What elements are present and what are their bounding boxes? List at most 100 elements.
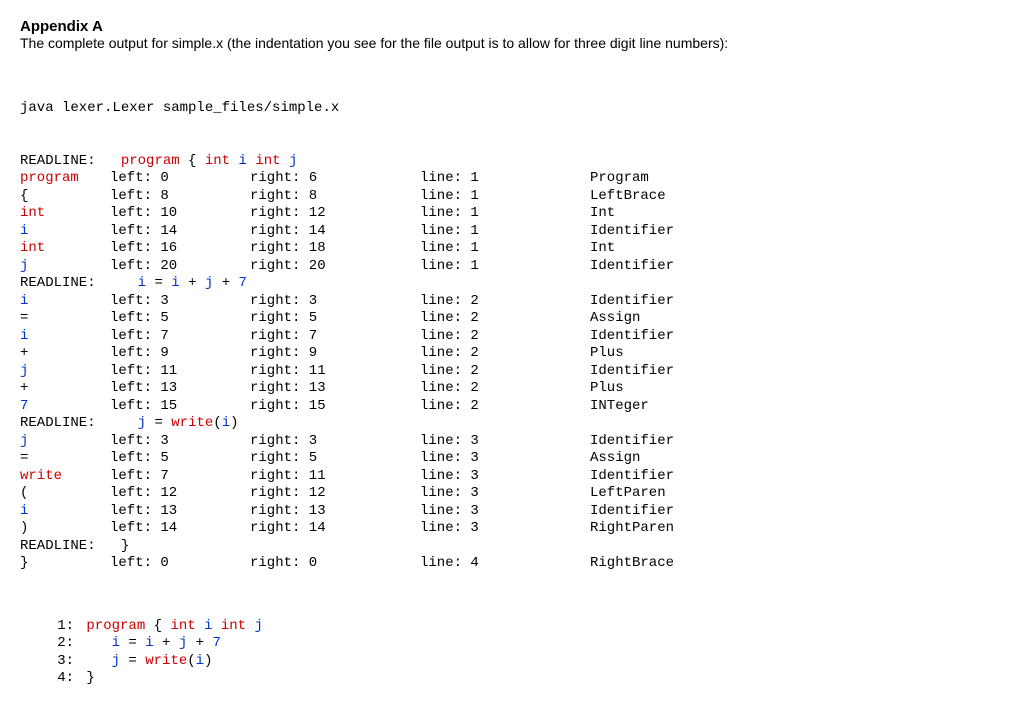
token-type: Program bbox=[590, 170, 649, 188]
token-text: write bbox=[20, 468, 110, 486]
source-line-code: program { int i int j bbox=[74, 618, 263, 636]
token-row: intleft: 10right: 12line: 1Int bbox=[20, 205, 1004, 223]
token-type: Int bbox=[590, 240, 615, 258]
source-line-code: } bbox=[74, 670, 95, 688]
appendix-subtitle: The complete output for simple.x (the in… bbox=[20, 35, 1004, 51]
token-type: LeftParen bbox=[590, 485, 666, 503]
token-right: right: 6 bbox=[250, 170, 420, 188]
token-line: line: 2 bbox=[420, 310, 590, 328]
token-left: left: 5 bbox=[110, 310, 250, 328]
token-right: right: 11 bbox=[250, 363, 420, 381]
token-type: Identifier bbox=[590, 503, 674, 521]
token-line: line: 1 bbox=[420, 223, 590, 241]
token-type: Assign bbox=[590, 310, 640, 328]
token-text: 7 bbox=[20, 398, 110, 416]
token-left: left: 13 bbox=[110, 380, 250, 398]
readline: READLINE: j = write(i) bbox=[20, 415, 1004, 433]
source-line: 3: j = write(i) bbox=[40, 653, 1004, 671]
token-line: line: 3 bbox=[420, 468, 590, 486]
token-line: line: 2 bbox=[420, 380, 590, 398]
token-text: ( bbox=[20, 485, 110, 503]
token-type: Plus bbox=[590, 380, 624, 398]
token-row: ileft: 13right: 13line: 3Identifier bbox=[20, 503, 1004, 521]
token-row: jleft: 20right: 20line: 1Identifier bbox=[20, 258, 1004, 276]
token-row: {left: 8right: 8line: 1LeftBrace bbox=[20, 188, 1004, 206]
token-left: left: 15 bbox=[110, 398, 250, 416]
token-left: left: 20 bbox=[110, 258, 250, 276]
token-type: LeftBrace bbox=[590, 188, 666, 206]
token-text: ) bbox=[20, 520, 110, 538]
source-line-number: 3: bbox=[40, 653, 74, 671]
token-right: right: 15 bbox=[250, 398, 420, 416]
token-text: j bbox=[20, 433, 110, 451]
token-line: line: 3 bbox=[420, 485, 590, 503]
lexer-output: java lexer.Lexer sample_files/simple.x R… bbox=[20, 65, 1004, 705]
token-line: line: 4 bbox=[420, 555, 590, 573]
token-right: right: 7 bbox=[250, 328, 420, 346]
token-row: ileft: 3right: 3line: 2Identifier bbox=[20, 293, 1004, 311]
token-right: right: 3 bbox=[250, 293, 420, 311]
token-row: programleft: 0right: 6line: 1Program bbox=[20, 170, 1004, 188]
token-line: line: 3 bbox=[420, 503, 590, 521]
token-left: left: 16 bbox=[110, 240, 250, 258]
readline: READLINE: } bbox=[20, 538, 1004, 556]
token-line: line: 2 bbox=[420, 363, 590, 381]
token-line: line: 1 bbox=[420, 188, 590, 206]
source-line-code: j = write(i) bbox=[74, 653, 212, 671]
token-type: Identifier bbox=[590, 293, 674, 311]
token-type: INTeger bbox=[590, 398, 649, 416]
token-text: + bbox=[20, 345, 110, 363]
token-row: )left: 14right: 14line: 3RightParen bbox=[20, 520, 1004, 538]
token-left: left: 5 bbox=[110, 450, 250, 468]
token-type: Identifier bbox=[590, 363, 674, 381]
token-right: right: 12 bbox=[250, 485, 420, 503]
token-right: right: 14 bbox=[250, 520, 420, 538]
token-type: Int bbox=[590, 205, 615, 223]
token-row: intleft: 16right: 18line: 1Int bbox=[20, 240, 1004, 258]
token-type: Assign bbox=[590, 450, 640, 468]
token-type: RightParen bbox=[590, 520, 674, 538]
token-right: right: 8 bbox=[250, 188, 420, 206]
token-row: }left: 0right: 0line: 4RightBrace bbox=[20, 555, 1004, 573]
token-row: 7left: 15right: 15line: 2INTeger bbox=[20, 398, 1004, 416]
token-type: Plus bbox=[590, 345, 624, 363]
token-left: left: 11 bbox=[110, 363, 250, 381]
token-line: line: 3 bbox=[420, 520, 590, 538]
token-text: j bbox=[20, 258, 110, 276]
token-line: line: 2 bbox=[420, 293, 590, 311]
token-left: left: 3 bbox=[110, 293, 250, 311]
token-right: right: 18 bbox=[250, 240, 420, 258]
token-right: right: 0 bbox=[250, 555, 420, 573]
token-row: ileft: 14right: 14line: 1Identifier bbox=[20, 223, 1004, 241]
token-row: ileft: 7right: 7line: 2Identifier bbox=[20, 328, 1004, 346]
token-row: =left: 5right: 5line: 2Assign bbox=[20, 310, 1004, 328]
source-line: 4: } bbox=[40, 670, 1004, 688]
token-line: line: 2 bbox=[420, 345, 590, 363]
token-right: right: 3 bbox=[250, 433, 420, 451]
token-left: left: 14 bbox=[110, 520, 250, 538]
token-type: Identifier bbox=[590, 468, 674, 486]
command-line: java lexer.Lexer sample_files/simple.x bbox=[20, 100, 1004, 118]
token-right: right: 5 bbox=[250, 450, 420, 468]
source-line: 2: i = i + j + 7 bbox=[40, 635, 1004, 653]
token-text: = bbox=[20, 310, 110, 328]
token-line: line: 1 bbox=[420, 258, 590, 276]
token-right: right: 9 bbox=[250, 345, 420, 363]
token-line: line: 1 bbox=[420, 205, 590, 223]
token-line: line: 3 bbox=[420, 450, 590, 468]
token-text: int bbox=[20, 205, 110, 223]
token-left: left: 12 bbox=[110, 485, 250, 503]
token-line: line: 3 bbox=[420, 433, 590, 451]
token-left: left: 10 bbox=[110, 205, 250, 223]
token-right: right: 13 bbox=[250, 380, 420, 398]
token-text: i bbox=[20, 223, 110, 241]
token-left: left: 13 bbox=[110, 503, 250, 521]
token-left: left: 14 bbox=[110, 223, 250, 241]
token-right: right: 20 bbox=[250, 258, 420, 276]
source-listing: 1: program { int i int j2: i = i + j + 7… bbox=[40, 618, 1004, 688]
appendix-title: Appendix A bbox=[20, 18, 1004, 35]
source-line-number: 2: bbox=[40, 635, 74, 653]
token-left: left: 0 bbox=[110, 555, 250, 573]
source-line-number: 4: bbox=[40, 670, 74, 688]
token-right: right: 13 bbox=[250, 503, 420, 521]
